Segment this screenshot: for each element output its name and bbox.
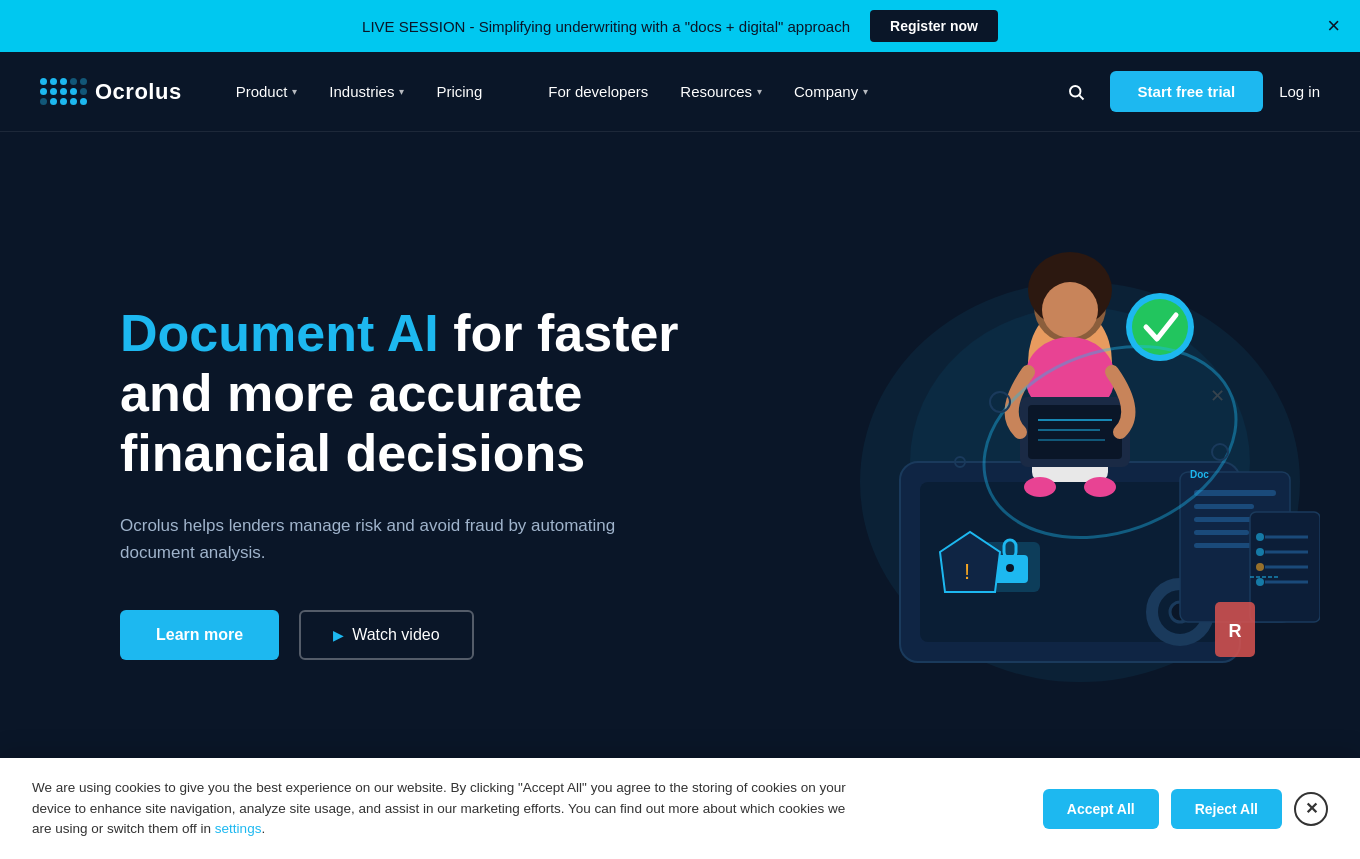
hero-illustration: ! Doc (760, 162, 1320, 762)
nav-item-resources[interactable]: Resources ▾ (666, 73, 776, 110)
play-icon: ▶ (333, 627, 344, 643)
cookie-actions: Accept All Reject All ✕ (1043, 789, 1328, 829)
svg-text:!: ! (964, 559, 970, 584)
watch-video-button[interactable]: ▶ Watch video (299, 610, 473, 660)
chevron-down-icon: ▾ (399, 86, 404, 97)
close-announcement-button[interactable]: × (1327, 15, 1340, 37)
cookie-text: We are using cookies to give you the bes… (32, 778, 852, 839)
svg-point-28 (1256, 563, 1264, 571)
nav-item-product[interactable]: Product ▾ (222, 73, 312, 110)
svg-point-35 (1042, 282, 1098, 338)
navbar: Ocrolus Product ▾ Industries ▾ Pricing F… (0, 52, 1360, 132)
svg-point-27 (1256, 548, 1264, 556)
announcement-text: LIVE SESSION - Simplifying underwriting … (362, 18, 850, 35)
svg-point-0 (1070, 86, 1081, 97)
svg-point-38 (1024, 477, 1056, 497)
svg-text:✕: ✕ (1210, 386, 1225, 406)
cookie-settings-link[interactable]: settings (215, 821, 262, 836)
logo-icon (40, 78, 87, 105)
svg-text:Doc: Doc (1190, 469, 1209, 480)
accept-all-button[interactable]: Accept All (1043, 789, 1159, 829)
nav-item-pricing[interactable]: Pricing (422, 73, 496, 110)
hero-title: Document AI for faster and more accurate… (120, 304, 740, 483)
svg-point-26 (1256, 533, 1264, 541)
chevron-down-icon: ▾ (757, 86, 762, 97)
svg-point-29 (1256, 578, 1264, 586)
svg-rect-41 (1028, 405, 1122, 459)
learn-more-button[interactable]: Learn more (120, 610, 279, 660)
chevron-down-icon: ▾ (863, 86, 868, 97)
svg-point-39 (1084, 477, 1116, 497)
login-link[interactable]: Log in (1279, 83, 1320, 100)
nav-item-developers[interactable]: For developers (534, 73, 662, 110)
nav-item-company[interactable]: Company ▾ (780, 73, 882, 110)
reject-all-button[interactable]: Reject All (1171, 789, 1282, 829)
close-cookie-button[interactable]: ✕ (1294, 792, 1328, 826)
hero-subtitle: Ocrolus helps lenders manage risk and av… (120, 512, 620, 566)
register-button[interactable]: Register now (870, 10, 998, 42)
svg-line-1 (1079, 95, 1083, 99)
svg-rect-16 (1194, 504, 1254, 509)
cookie-banner: We are using cookies to give you the bes… (0, 758, 1360, 859)
chevron-down-icon: ▾ (292, 86, 297, 97)
announcement-bar: LIVE SESSION - Simplifying underwriting … (0, 0, 1360, 52)
hero-content: Document AI for faster and more accurate… (120, 304, 740, 660)
hero-section: Document AI for faster and more accurate… (0, 132, 1360, 812)
svg-rect-15 (1194, 490, 1276, 496)
nav-links: Product ▾ Industries ▾ Pricing For devel… (222, 73, 1058, 110)
logo[interactable]: Ocrolus (40, 78, 182, 105)
search-icon (1067, 83, 1085, 101)
nav-item-industries[interactable]: Industries ▾ (315, 73, 418, 110)
start-trial-button[interactable]: Start free trial (1110, 71, 1264, 112)
svg-point-9 (1006, 564, 1014, 572)
nav-actions: Start free trial Log in (1058, 71, 1320, 112)
hero-buttons: Learn more ▶ Watch video (120, 610, 740, 660)
svg-rect-18 (1194, 530, 1249, 535)
svg-text:R: R (1229, 621, 1242, 641)
logo-text: Ocrolus (95, 79, 182, 105)
search-button[interactable] (1058, 74, 1094, 110)
